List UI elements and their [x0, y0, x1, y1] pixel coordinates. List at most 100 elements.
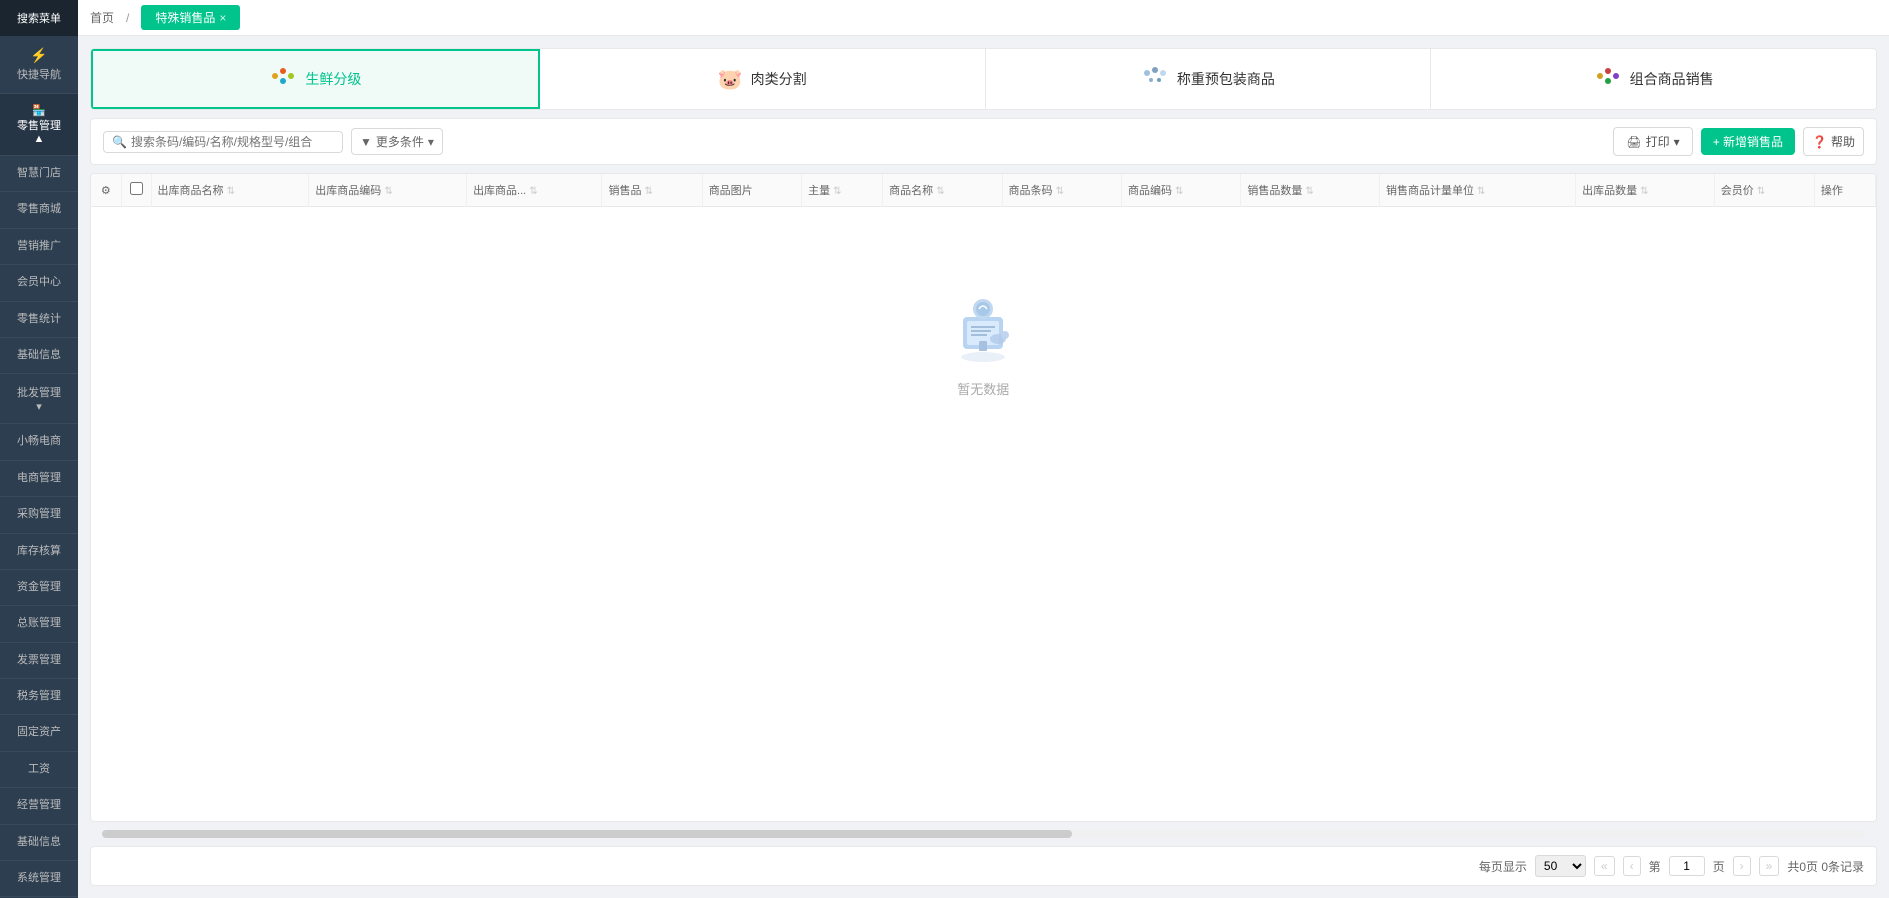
empty-row: 暂无数据	[91, 207, 1876, 479]
sort-icon: ⇅	[384, 186, 392, 197]
search-box[interactable]: 🔍	[103, 131, 343, 153]
cat-tab-meat-cut[interactable]: 🐷 肉类分割	[540, 49, 986, 109]
sidebar-item-retail-stats[interactable]: 零售统计	[0, 302, 78, 338]
next-page-button[interactable]: ›	[1733, 856, 1751, 876]
sort-icon: ⇅	[1056, 186, 1064, 197]
fresh-grade-icon	[269, 65, 297, 93]
sort-icon: ⇅	[833, 186, 841, 197]
sort-icon: ⇅	[1175, 186, 1183, 197]
new-button[interactable]: + 新增销售品	[1701, 128, 1795, 155]
sidebar-item-membership[interactable]: 会员中心	[0, 265, 78, 301]
sidebar-item-sales-promo[interactable]: 营销推广	[0, 229, 78, 265]
filter-button[interactable]: ▼ 更多条件 ▾	[351, 128, 443, 155]
sidebar-item-tax[interactable]: 税务管理	[0, 679, 78, 715]
col-member-price[interactable]: 会员价 ⇅	[1714, 174, 1814, 207]
sidebar-item-sys-mgmt[interactable]: 系统管理	[0, 861, 78, 897]
table-body: 暂无数据	[91, 207, 1876, 479]
main-content: 首页 / 特殊销售品 × 生鲜分级	[78, 0, 1889, 898]
cat-tab-weight-pack[interactable]: 称重预包装商品	[986, 49, 1432, 109]
print-label: 打印	[1646, 133, 1670, 150]
sidebar-item-ops-mgmt[interactable]: 经营管理	[0, 788, 78, 824]
scrollbar-thumb[interactable]	[102, 830, 1072, 838]
col-sale-qty[interactable]: 销售品数量 ⇅	[1241, 174, 1380, 207]
sidebar-item-label: 固定资产	[17, 725, 61, 740]
first-page-icon: «	[1601, 859, 1608, 873]
breadcrumb-home[interactable]: 首页	[90, 9, 114, 26]
col-weight[interactable]: 主量 ⇅	[802, 174, 883, 207]
sidebar-item-fixed-assets[interactable]: 固定资产	[0, 715, 78, 751]
sidebar-item-retail-mgmt[interactable]: 🏪 零售管理 ▲	[0, 94, 78, 156]
cat-tab-weight-pack-label: 称重预包装商品	[1177, 69, 1275, 89]
print-button[interactable]: 🖨 打印 ▾	[1613, 127, 1692, 156]
sidebar-item-purchase-mgmt[interactable]: 采购管理	[0, 497, 78, 533]
empty-state-icon	[943, 287, 1023, 367]
col-goods-barcode[interactable]: 商品条码 ⇅	[1002, 174, 1121, 207]
col-sale-goods[interactable]: 销售品 ⇅	[602, 174, 702, 207]
table-header-row: ⚙ 出库商品名称 ⇅ 出库商品编码 ⇅ 出库商品	[91, 174, 1876, 207]
cat-tab-meat-cut-label: 肉类分割	[751, 69, 807, 89]
breadcrumb-separator: /	[126, 11, 129, 25]
sort-icon: ⇅	[227, 186, 235, 197]
per-page-select[interactable]: 50 10 20 100	[1535, 855, 1586, 877]
col-operation: 操作	[1814, 174, 1875, 207]
data-table: ⚙ 出库商品名称 ⇅ 出库商品编码 ⇅ 出库商品	[91, 174, 1876, 478]
sidebar-item-ecom-mgmt[interactable]: 电商管理	[0, 461, 78, 497]
quick-nav-icon: ⚡	[30, 46, 47, 66]
cat-tab-fresh-grade[interactable]: 生鲜分级	[91, 49, 540, 109]
horizontal-scrollbar[interactable]	[102, 830, 1865, 838]
sort-icon: ⇅	[529, 186, 537, 197]
prev-page-button[interactable]: ‹	[1623, 856, 1641, 876]
first-page-button[interactable]: «	[1594, 856, 1615, 876]
filter-arrow-icon: ▾	[428, 135, 434, 149]
col-goods-name[interactable]: 商品名称 ⇅	[883, 174, 1002, 207]
search-input[interactable]	[131, 135, 334, 149]
help-button[interactable]: ❓ 帮助	[1803, 127, 1864, 156]
sidebar-item-mini-ecom[interactable]: 小畅电商	[0, 424, 78, 460]
table-container: ⚙ 出库商品名称 ⇅ 出库商品编码 ⇅ 出库商品	[90, 173, 1877, 822]
active-tab[interactable]: 特殊销售品 ×	[141, 5, 240, 30]
col-out-name[interactable]: 出库商品名称 ⇅	[151, 174, 309, 207]
filter-label: 更多条件	[376, 133, 424, 150]
col-checkbox[interactable]	[121, 174, 151, 207]
sidebar-item-basic-info2[interactable]: 基础信息	[0, 825, 78, 861]
col-out-spec[interactable]: 出库商品... ⇅	[467, 174, 602, 207]
sidebar-item-payroll[interactable]: 工资	[0, 752, 78, 788]
sidebar-item-label: 税务管理	[17, 689, 61, 704]
prev-page-icon: ‹	[1630, 859, 1634, 873]
sidebar-item-label: 资金管理	[17, 580, 61, 595]
new-label: + 新增销售品	[1713, 133, 1783, 150]
sidebar-item-label: 发票管理	[17, 653, 61, 668]
col-goods-code[interactable]: 商品编码 ⇅	[1121, 174, 1240, 207]
sidebar-item-inventory[interactable]: 库存核算	[0, 534, 78, 570]
sidebar-item-invoice-mgmt[interactable]: 发票管理	[0, 643, 78, 679]
active-tab-label: 特殊销售品	[155, 9, 215, 26]
last-page-icon: »	[1766, 859, 1773, 873]
sidebar-item-label: 会员中心	[17, 275, 61, 290]
sidebar-logo[interactable]: 搜索菜单	[0, 0, 78, 36]
tab-close-icon[interactable]: ×	[219, 11, 226, 25]
sidebar-item-basic-info[interactable]: 基础信息	[0, 338, 78, 374]
col-settings[interactable]: ⚙	[91, 174, 121, 207]
sidebar-item-finance[interactable]: 资金管理	[0, 570, 78, 606]
sort-icon: ⇅	[645, 186, 653, 197]
sidebar-item-label: 基础信息	[17, 348, 61, 363]
col-goods-img[interactable]: 商品图片	[702, 174, 801, 207]
col-sale-unit[interactable]: 销售商品计量单位 ⇅	[1379, 174, 1575, 207]
sidebar-item-wholesale-mgmt[interactable]: 批发管理 ▾	[0, 374, 78, 424]
page-input[interactable]	[1669, 856, 1705, 876]
weight-pack-icon	[1141, 65, 1169, 93]
combo-icon	[1594, 65, 1622, 93]
sidebar-item-ledger[interactable]: 总账管理	[0, 606, 78, 642]
cat-tab-combo-label: 组合商品销售	[1630, 69, 1714, 89]
sidebar-item-retail-mall[interactable]: 零售商城	[0, 192, 78, 228]
sidebar-item-quick-nav[interactable]: ⚡ 快捷导航	[0, 36, 78, 94]
print-icon: 🖨	[1626, 135, 1641, 149]
sidebar-logo-text: 搜索菜单	[17, 10, 61, 26]
sidebar-item-smart-store[interactable]: 智慧门店	[0, 156, 78, 192]
select-all-checkbox[interactable]	[130, 182, 143, 195]
cat-tab-combo[interactable]: 组合商品销售	[1431, 49, 1876, 109]
last-page-button[interactable]: »	[1759, 856, 1780, 876]
category-tabs: 生鲜分级 🐷 肉类分割 称重预包装商品	[90, 48, 1877, 110]
col-out-qty[interactable]: 出库品数量 ⇅	[1576, 174, 1715, 207]
col-out-code[interactable]: 出库商品编码 ⇅	[309, 174, 467, 207]
